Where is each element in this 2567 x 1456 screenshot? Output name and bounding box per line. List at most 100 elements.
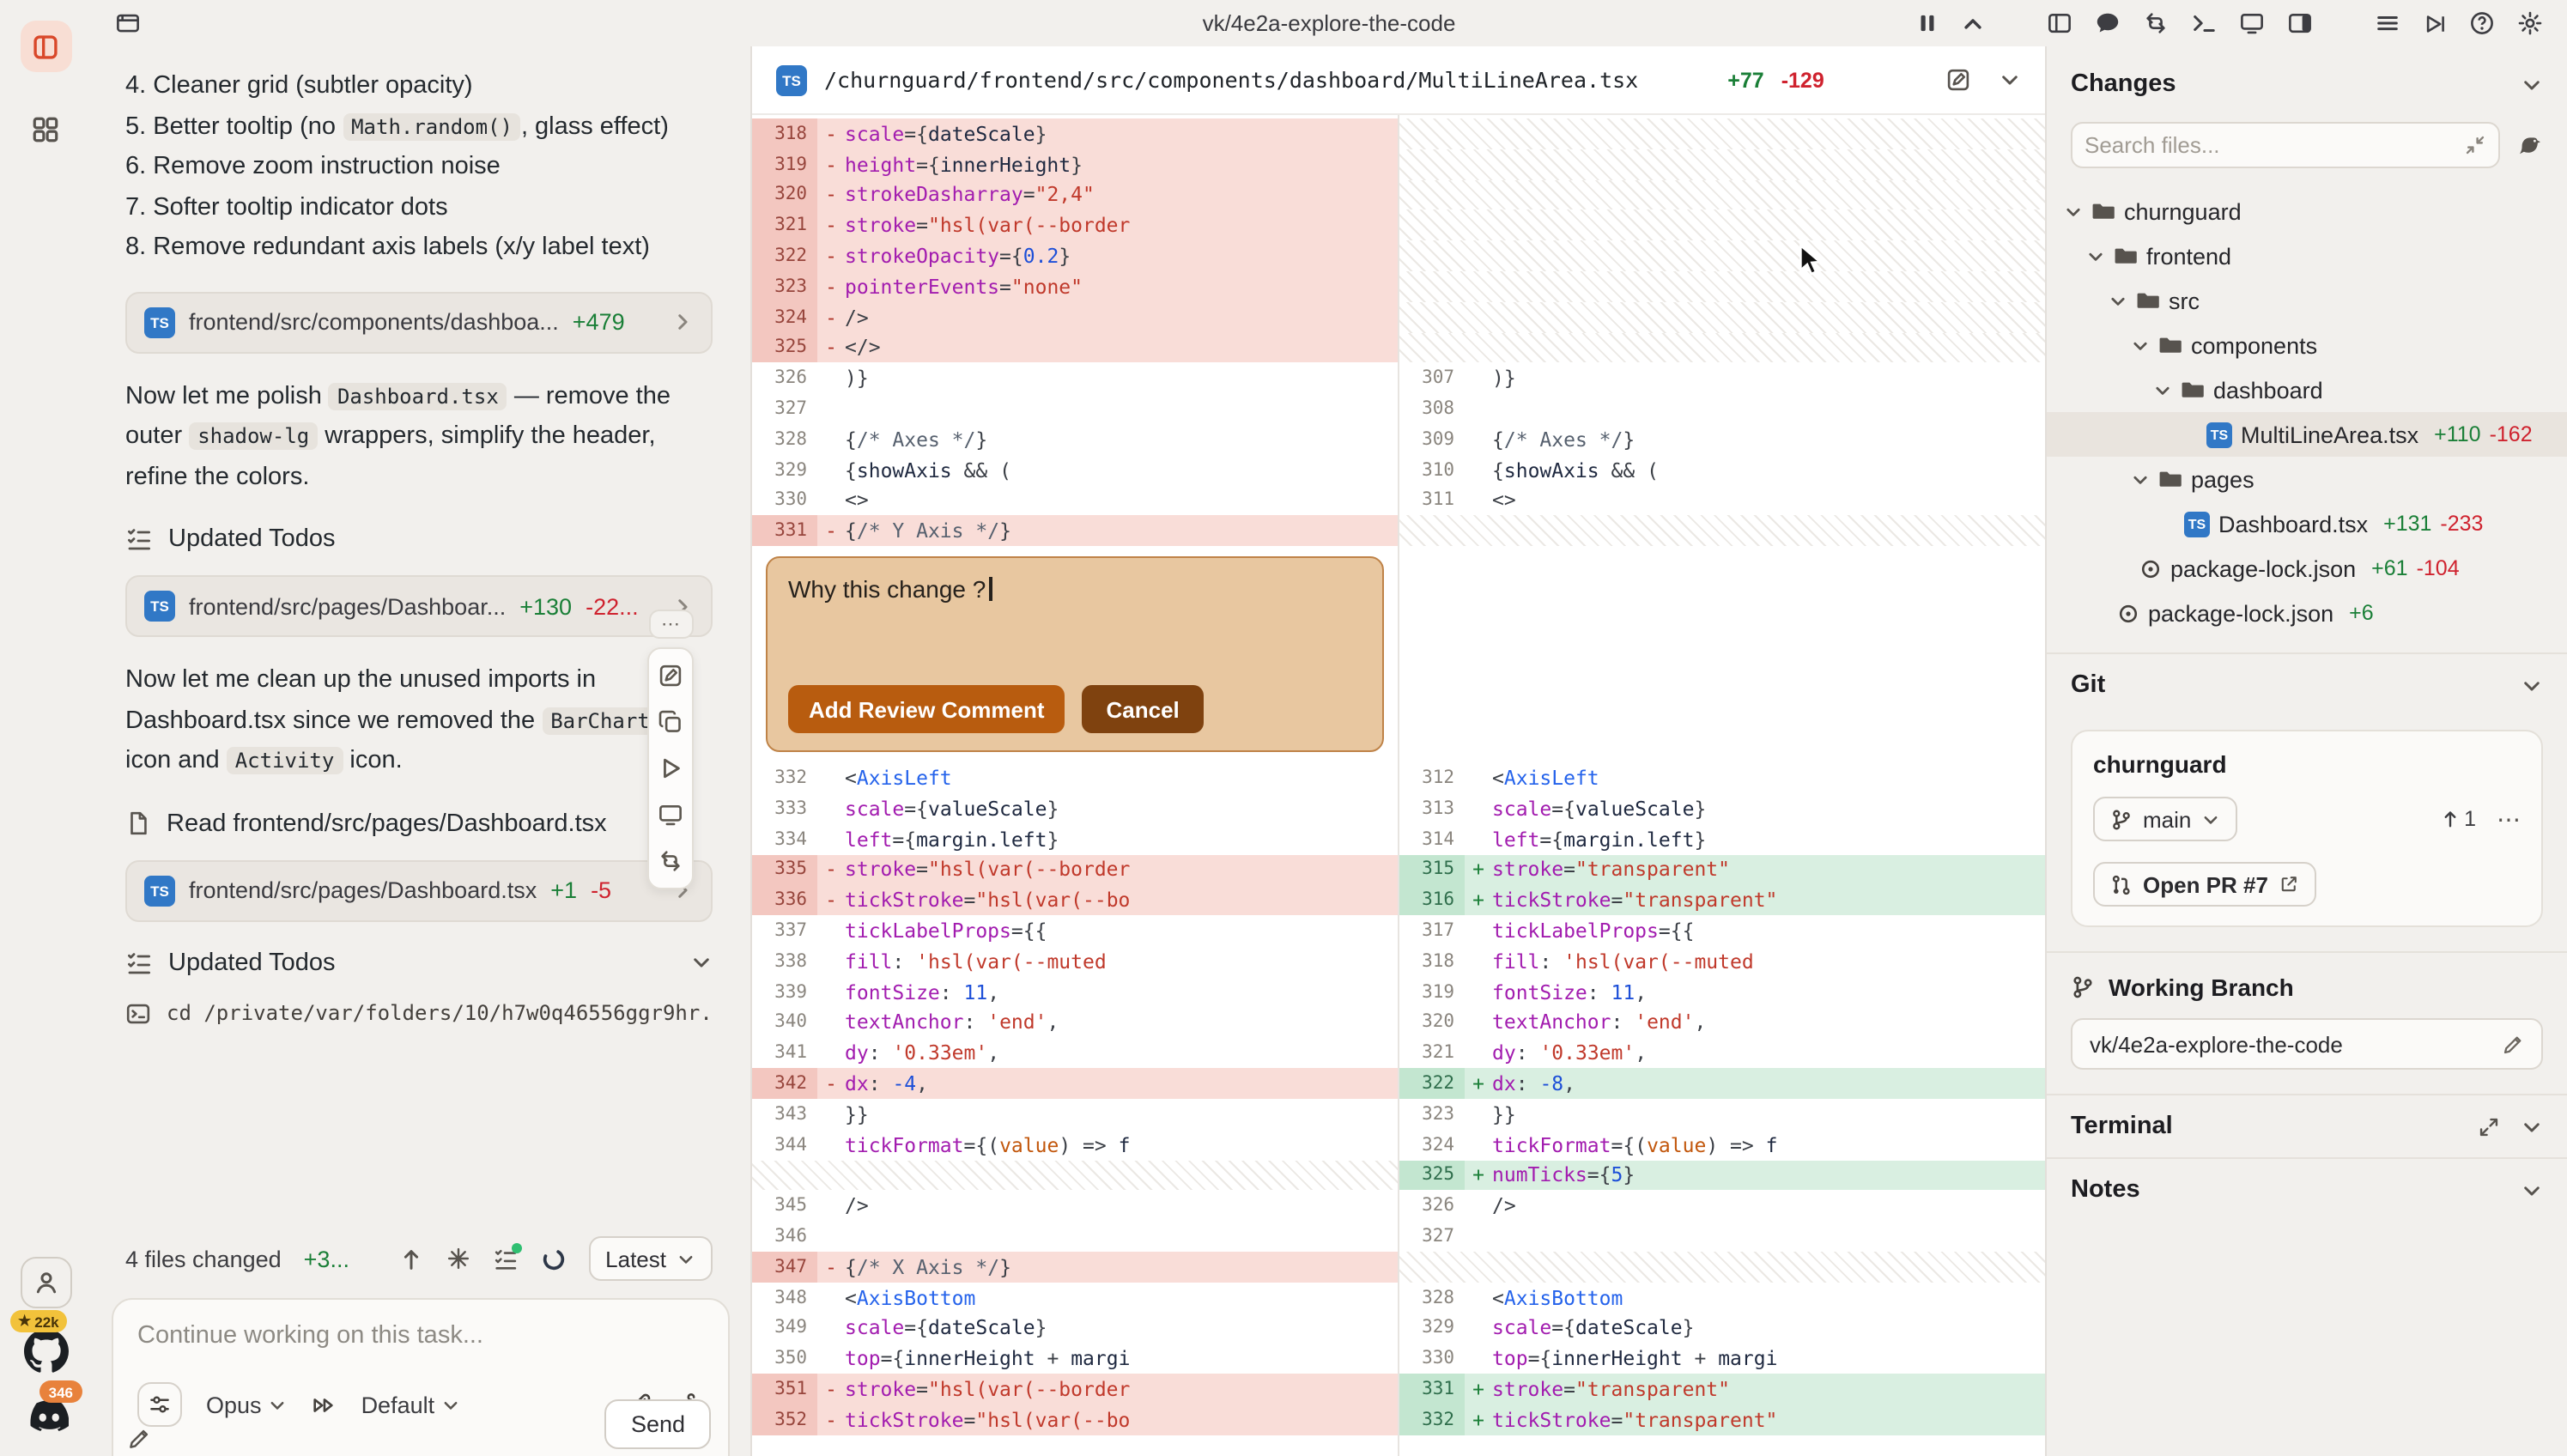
diff-line[interactable]: 327 xyxy=(752,393,1398,424)
diff-line[interactable]: 331+ stroke="transparent" xyxy=(1399,1374,2045,1404)
diff-line[interactable]: 317 tickLabelProps={{ xyxy=(1399,915,2045,946)
workspace-board-icon[interactable] xyxy=(20,21,71,72)
tree-item-frontend[interactable]: frontend xyxy=(2047,234,2567,278)
diff-line[interactable]: 339 fontSize: 11, xyxy=(752,976,1398,1007)
file-change-card[interactable]: TSfrontend/src/pages/Dashboar...+130-22.… xyxy=(125,575,713,637)
diff-line[interactable]: 340 textAnchor: 'end', xyxy=(752,1007,1398,1038)
file-search-input[interactable] xyxy=(2085,132,2464,158)
more-options-icon[interactable]: ⋯ xyxy=(2497,804,2521,834)
terminal-command-row[interactable]: cd /private/var/folders/10/h7w0q46556ggr… xyxy=(125,1000,713,1026)
diff-line[interactable]: 311 <> xyxy=(1399,485,2045,516)
diff-line[interactable]: 347- {/* X Axis */} xyxy=(752,1252,1398,1283)
panel-left-icon[interactable] xyxy=(2047,10,2072,36)
diff-line[interactable]: 351- stroke="hsl(var(--border xyxy=(752,1374,1398,1404)
tree-item-dashboard[interactable]: dashboard xyxy=(2047,367,2567,412)
diff-line[interactable]: 344 tickFormat={(value) => f xyxy=(752,1129,1398,1160)
diff-line[interactable]: 332 <AxisLeft xyxy=(752,762,1398,793)
chat-bubble-icon[interactable] xyxy=(2095,10,2121,36)
diff-line[interactable]: 326 )} xyxy=(752,363,1398,394)
diff-line[interactable]: 323- pointerEvents="none" xyxy=(752,271,1398,302)
diff-line[interactable]: 319- height={innerHeight} xyxy=(752,149,1398,180)
diff-line[interactable]: 338 fill: 'hsl(var(--muted xyxy=(752,946,1398,977)
chevron-down-icon[interactable] xyxy=(2521,1115,2543,1138)
compare-icon[interactable] xyxy=(658,848,683,874)
menu-icon[interactable] xyxy=(2375,10,2400,36)
expand-icon[interactable] xyxy=(2478,1115,2500,1138)
copy-icon[interactable] xyxy=(658,709,683,735)
git-compare-icon[interactable] xyxy=(2143,10,2169,36)
diff-file-path[interactable]: /churnguard/frontend/src/components/dash… xyxy=(824,67,1638,93)
edit-branch-icon[interactable] xyxy=(2502,1033,2524,1055)
todos-status-icon[interactable] xyxy=(492,1246,518,1271)
diff-line[interactable]: 343 }} xyxy=(752,1099,1398,1130)
tree-item-dashboard-tsx[interactable]: TSDashboard.tsx+131-233 xyxy=(2047,501,2567,546)
diff-line[interactable]: 328 <AxisBottom xyxy=(1399,1282,2045,1313)
working-branch-input[interactable]: vk/4e2a-explore-the-code xyxy=(2071,1018,2543,1070)
diff-line[interactable]: 331- {/* Y Axis */} xyxy=(752,516,1398,547)
diff-line[interactable]: 341 dy: '0.33em', xyxy=(752,1038,1398,1069)
diff-line[interactable]: 352- tickStroke="hsl(var(--bo xyxy=(752,1404,1398,1435)
diff-line[interactable]: 313 scale={valueScale} xyxy=(1399,793,2045,824)
tree-item-src[interactable]: src xyxy=(2047,278,2567,323)
read-file-row[interactable]: Read frontend/src/pages/Dashboard.tsx xyxy=(125,810,713,837)
diff-line[interactable]: 314 left={margin.left} xyxy=(1399,824,2045,855)
diff-line[interactable]: 328 {/* Axes */} xyxy=(752,424,1398,455)
diff-line[interactable]: 322+ dx: -8, xyxy=(1399,1068,2045,1099)
model-dropdown[interactable]: Opus xyxy=(206,1392,288,1417)
monitor-icon[interactable] xyxy=(658,802,683,828)
collapse-up-icon[interactable] xyxy=(1961,11,1985,35)
branch-selector[interactable]: main xyxy=(2093,797,2237,841)
diff-line[interactable]: 332+ tickStroke="transparent" xyxy=(1399,1404,2045,1435)
diff-line[interactable]: 325+ numTicks={5} xyxy=(1399,1160,2045,1191)
message-input[interactable] xyxy=(137,1322,704,1350)
more-options-icon[interactable]: ⋯ xyxy=(648,610,693,639)
diff-line[interactable]: 310 {showAxis && ( xyxy=(1399,455,2045,486)
file-change-card[interactable]: TSfrontend/src/pages/Dashboard.tsx+1-5 xyxy=(125,859,713,921)
pause-icon[interactable] xyxy=(1916,12,1939,34)
diff-line[interactable]: 315+ stroke="transparent" xyxy=(1399,854,2045,885)
chevron-down-icon[interactable] xyxy=(1999,69,2021,91)
terminal-icon[interactable] xyxy=(2191,10,2217,36)
diff-line[interactable]: 350 top={innerHeight + margi xyxy=(752,1344,1398,1374)
review-comment-input[interactable]: Why this change ? xyxy=(788,575,1362,603)
edit-icon[interactable] xyxy=(127,1427,151,1451)
chevron-down-icon[interactable] xyxy=(690,951,713,974)
composer-settings-icon[interactable] xyxy=(137,1382,182,1427)
add-review-comment-button[interactable]: Add Review Comment xyxy=(788,685,1065,733)
tree-item-package-lock-json[interactable]: package-lock.json+61-104 xyxy=(2047,546,2567,591)
open-pr-button[interactable]: Open PR #7 xyxy=(2093,862,2316,907)
diff-line[interactable]: 318- scale={dateScale} xyxy=(752,118,1398,149)
display-icon[interactable] xyxy=(2239,10,2265,36)
window-tabs-icon[interactable] xyxy=(115,10,141,36)
account-icon[interactable] xyxy=(20,1257,71,1308)
diff-line[interactable]: 320 textAnchor: 'end', xyxy=(1399,1007,2045,1038)
chevron-down-icon[interactable] xyxy=(2521,73,2543,95)
diff-line[interactable]: 330 top={innerHeight + margi xyxy=(1399,1344,2045,1374)
present-icon[interactable] xyxy=(2423,11,2447,35)
tree-item-package-lock-json[interactable]: package-lock.json+6 xyxy=(2047,591,2567,635)
fast-forward-icon[interactable] xyxy=(312,1392,337,1417)
diff-line[interactable]: 324 tickFormat={(value) => f xyxy=(1399,1129,2045,1160)
diff-line[interactable]: 349 scale={dateScale} xyxy=(752,1313,1398,1344)
diff-line[interactable]: 308 xyxy=(1399,393,2045,424)
diff-line[interactable]: 336- tickStroke="hsl(var(--bo xyxy=(752,885,1398,916)
diff-line[interactable]: 322- strokeOpacity={0.2} xyxy=(752,240,1398,271)
collapse-tree-icon[interactable] xyxy=(2464,134,2486,156)
cancel-review-comment-button[interactable]: Cancel xyxy=(1083,685,1204,733)
file-change-card[interactable]: TSfrontend/src/components/dashboa...+479 xyxy=(125,291,713,353)
github-link[interactable]: ★22k xyxy=(23,1329,68,1374)
latest-dropdown[interactable]: Latest xyxy=(588,1236,713,1281)
diff-line[interactable]: 321 dy: '0.33em', xyxy=(1399,1038,2045,1069)
diff-line[interactable]: 309 {/* Axes */} xyxy=(1399,424,2045,455)
diff-line[interactable]: 329 {showAxis && ( xyxy=(752,455,1398,486)
scroll-up-icon[interactable] xyxy=(397,1246,423,1271)
diff-line[interactable]: 330 <> xyxy=(752,485,1398,516)
diff-line[interactable]: 335- stroke="hsl(var(--border xyxy=(752,854,1398,885)
files-changed-label[interactable]: 4 files changed xyxy=(125,1246,282,1271)
diff-line[interactable]: 307 )} xyxy=(1399,363,2045,394)
diff-line[interactable]: 323 }} xyxy=(1399,1099,2045,1130)
run-icon[interactable] xyxy=(658,755,683,781)
discord-link[interactable]: 346 xyxy=(23,1394,68,1439)
commits-ahead[interactable]: 1 xyxy=(2440,807,2476,831)
updated-todos-row[interactable]: Updated Todos xyxy=(125,525,713,553)
